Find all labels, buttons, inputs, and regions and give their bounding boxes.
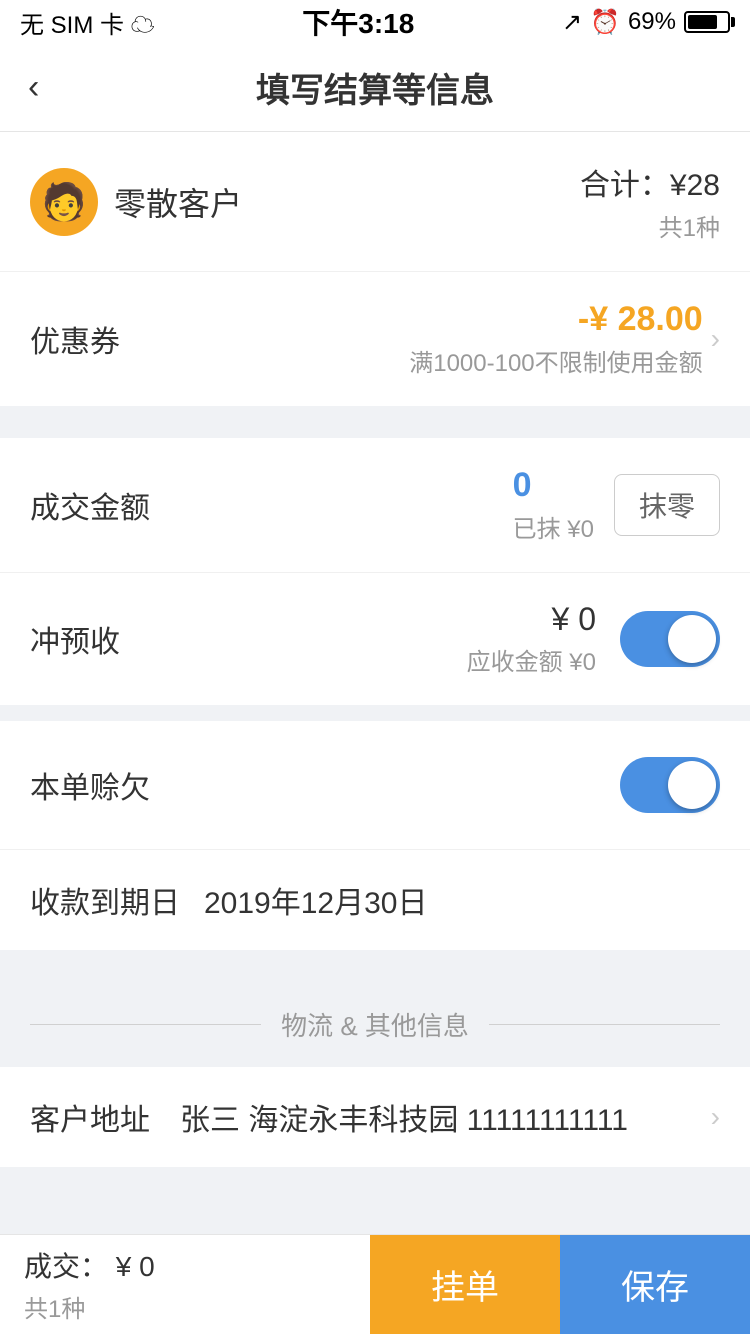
coupon-label: 优惠券 xyxy=(30,317,120,361)
address-value: 张三 海淀永丰科技园 11111111111 xyxy=(180,1095,711,1139)
credit-toggle-knob xyxy=(668,761,716,809)
deal-section: 成交金额 0 已抹 ¥0 抹零 冲预收 ¥ 0 应收金额 ¥0 xyxy=(0,438,750,705)
logistics-line-left xyxy=(30,1024,261,1025)
battery-icon xyxy=(684,11,730,33)
deal-value: 0 xyxy=(513,466,594,505)
prepaid-right: ¥ 0 应收金额 ¥0 xyxy=(467,601,720,677)
address-row[interactable]: 客户地址 张三 海淀永丰科技园 11111111111 › xyxy=(0,1067,750,1167)
save-button[interactable]: 保存 xyxy=(560,1235,750,1334)
coupon-right: -¥ 28.00 满1000-100不限制使用金额 › xyxy=(409,300,720,378)
deal-value-group: 0 已抹 ¥0 xyxy=(513,466,594,544)
customer-info: 🧑 零散客户 xyxy=(30,168,242,236)
prepaid-row: 冲预收 ¥ 0 应收金额 ¥0 xyxy=(0,572,750,705)
credit-toggle[interactable] xyxy=(620,757,720,813)
deal-amount-right: 0 已抹 ¥0 抹零 xyxy=(513,466,720,544)
footer-info: 成交： ¥ 0 共1种 xyxy=(0,1235,370,1334)
customer-row: 🧑 零散客户 合计：¥28 共1种 xyxy=(0,132,750,271)
duedate-value: 2019年12月30日 xyxy=(204,878,427,922)
location-icon: ↗ xyxy=(562,8,582,37)
duedate-label: 收款到期日 xyxy=(30,878,180,922)
deal-sub: 已抹 ¥0 xyxy=(513,509,594,544)
coupon-row[interactable]: 优惠券 -¥ 28.00 满1000-100不限制使用金额 › xyxy=(0,271,750,406)
footer-deal: 成交： ¥ 0 xyxy=(24,1245,346,1285)
coupon-amount: -¥ 28.00 xyxy=(409,300,702,339)
nav-bar: ‹ 填写结算等信息 xyxy=(0,44,750,132)
avatar-icon: 🧑 xyxy=(42,181,87,223)
status-time: 下午3:18 xyxy=(302,2,414,42)
divider-1 xyxy=(0,422,750,438)
customer-total: 合计：¥28 共1种 xyxy=(580,160,720,243)
avatar: 🧑 xyxy=(30,168,98,236)
logistics-text: 物流 & 其他信息 xyxy=(281,1006,469,1043)
divider-3 xyxy=(0,966,750,982)
pending-button[interactable]: 挂单 xyxy=(370,1235,560,1334)
prepaid-toggle[interactable] xyxy=(620,611,720,667)
coupon-desc: 满1000-100不限制使用金额 xyxy=(409,343,702,378)
status-left: 无 SIM 卡 ☁ xyxy=(20,5,155,40)
credit-section: 本单赊欠 收款到期日 2019年12月30日 xyxy=(0,721,750,950)
footer: 成交： ¥ 0 共1种 挂单 保存 xyxy=(0,1234,750,1334)
duedate-row: 收款到期日 2019年12月30日 xyxy=(0,849,750,950)
credit-row: 本单赊欠 xyxy=(0,721,750,849)
status-right: ↗ ⏰ 69% xyxy=(562,8,730,37)
footer-count: 共1种 xyxy=(24,1289,346,1324)
total-count: 共1种 xyxy=(580,208,720,243)
address-chevron-icon: › xyxy=(711,1101,720,1133)
round-zero-button[interactable]: 抹零 xyxy=(614,474,720,536)
logistics-line-right xyxy=(489,1024,720,1025)
credit-label: 本单赊欠 xyxy=(30,763,150,807)
customer-name: 零散客户 xyxy=(114,179,242,225)
prepaid-amounts: ¥ 0 应收金额 ¥0 xyxy=(467,601,596,677)
deal-amount-row: 成交金额 0 已抹 ¥0 抹零 xyxy=(0,438,750,572)
prepaid-sub: 应收金额 ¥0 xyxy=(467,642,596,677)
total-amount: 合计：¥28 xyxy=(580,160,720,204)
page-title: 填写结算等信息 xyxy=(256,63,494,112)
footer-deal-label: 成交： xyxy=(24,1251,108,1282)
alarm-icon: ⏰ xyxy=(590,8,620,37)
deal-amount-label: 成交金额 xyxy=(30,483,150,527)
address-section: 客户地址 张三 海淀永丰科技园 11111111111 › xyxy=(0,1067,750,1167)
address-label: 客户地址 xyxy=(30,1095,150,1139)
no-sim-label: 无 SIM 卡 ☁ xyxy=(20,5,155,40)
toggle-knob xyxy=(668,615,716,663)
prepaid-label: 冲预收 xyxy=(30,617,120,661)
battery-label: 69% xyxy=(628,8,676,36)
chevron-right-icon: › xyxy=(711,323,720,355)
customer-section: 🧑 零散客户 合计：¥28 共1种 优惠券 -¥ 28.00 满1000-100… xyxy=(0,132,750,406)
coupon-right-content: -¥ 28.00 满1000-100不限制使用金额 xyxy=(409,300,702,378)
back-button[interactable]: ‹ xyxy=(28,68,39,107)
footer-deal-value: ¥ 0 xyxy=(116,1251,155,1282)
divider-2 xyxy=(0,705,750,721)
logistics-header: 物流 & 其他信息 xyxy=(0,982,750,1067)
status-bar: 无 SIM 卡 ☁ 下午3:18 ↗ ⏰ 69% xyxy=(0,0,750,44)
prepaid-value: ¥ 0 xyxy=(467,601,596,638)
